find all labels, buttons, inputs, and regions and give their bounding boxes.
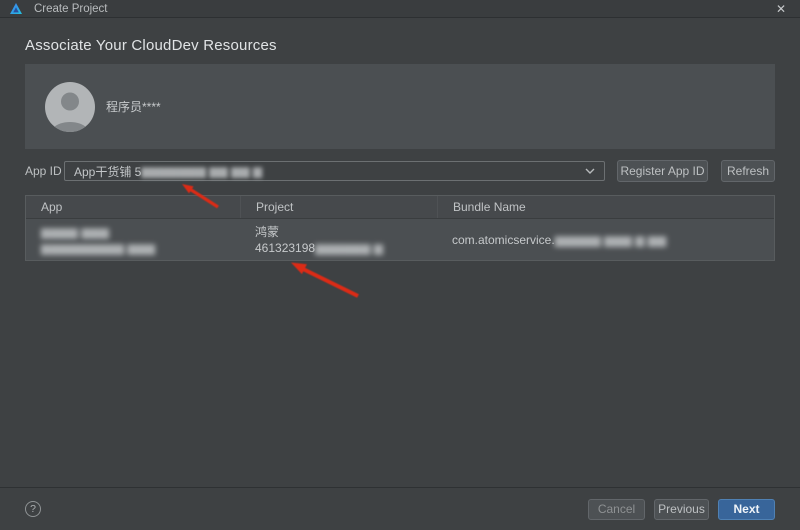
app-id-label: App ID: [25, 164, 62, 178]
app-id-select[interactable]: App干货铺 5 ▆▆▆▆▆▆▆ ▆▆ ▆▆ ▆: [64, 161, 605, 181]
project-id: 461323198: [255, 241, 316, 255]
project-id-masked: ▆▆▆▆▆▆ ▆: [315, 241, 384, 255]
account-name: 程序员****: [106, 100, 161, 114]
bundle-name: com.atomicservice.: [452, 232, 555, 247]
table-row[interactable]: ▆▆▆▆ ▆▆▆ ▆▆▆▆▆▆▆▆▆ ▆▆▆ 鸿蒙 461323198▆▆▆▆▆…: [26, 219, 774, 260]
question-mark-icon: ?: [30, 503, 36, 515]
column-header-bundle-name: Bundle Name: [437, 196, 774, 218]
refresh-button[interactable]: Refresh: [721, 160, 775, 182]
close-icon[interactable]: ✕: [773, 1, 789, 17]
bundle-name-masked: ▆▆▆▆▆ ▆▆▆ ▆ ▆▆: [554, 232, 667, 247]
app-name-masked: ▆▆▆▆ ▆▆▆: [41, 225, 109, 239]
help-button[interactable]: ?: [25, 501, 41, 517]
app-id-selected-value-masked: ▆▆▆▆▆▆▆ ▆▆ ▆▆ ▆: [141, 164, 263, 178]
cell-bundle-name: com.atomicservice. ▆▆▆▆▆ ▆▆▆ ▆ ▆▆: [437, 219, 774, 260]
title-bar: Create Project ✕: [0, 0, 800, 18]
create-project-dialog: { "window": { "title": "Create Project",…: [0, 0, 800, 530]
cell-project: 鸿蒙 461323198▆▆▆▆▆▆ ▆: [240, 219, 437, 260]
cell-app: ▆▆▆▆ ▆▆▆ ▆▆▆▆▆▆▆▆▆ ▆▆▆: [26, 219, 240, 260]
avatar-icon: [45, 81, 95, 132]
footer-bar: ? Cancel Previous Next: [0, 487, 800, 530]
register-app-id-button[interactable]: Register App ID: [617, 160, 708, 182]
table-header: App Project Bundle Name: [26, 196, 774, 219]
deveco-logo-icon: [10, 2, 22, 14]
column-header-project: Project: [240, 196, 437, 218]
page-title: Associate Your CloudDev Resources: [25, 37, 277, 54]
cancel-button[interactable]: Cancel: [588, 498, 645, 520]
window-title: Create Project: [34, 2, 108, 15]
app-id-row: App ID App干货铺 5 ▆▆▆▆▆▆▆ ▆▆ ▆▆ ▆ Register…: [25, 160, 775, 182]
next-button[interactable]: Next: [718, 498, 775, 520]
previous-button[interactable]: Previous: [654, 498, 709, 520]
app-id-selected-value: App干货铺 5: [74, 164, 142, 179]
chevron-down-icon: [585, 168, 595, 174]
resources-table: App Project Bundle Name ▆▆▆▆ ▆▆▆ ▆▆▆▆▆▆▆…: [25, 195, 775, 261]
annotation-arrow-project: [291, 262, 359, 298]
project-name: 鸿蒙: [255, 225, 280, 239]
account-card: 程序员****: [25, 64, 775, 149]
app-id-masked: ▆▆▆▆▆▆▆▆▆ ▆▆▆: [41, 241, 156, 255]
column-header-app: App: [41, 200, 63, 214]
